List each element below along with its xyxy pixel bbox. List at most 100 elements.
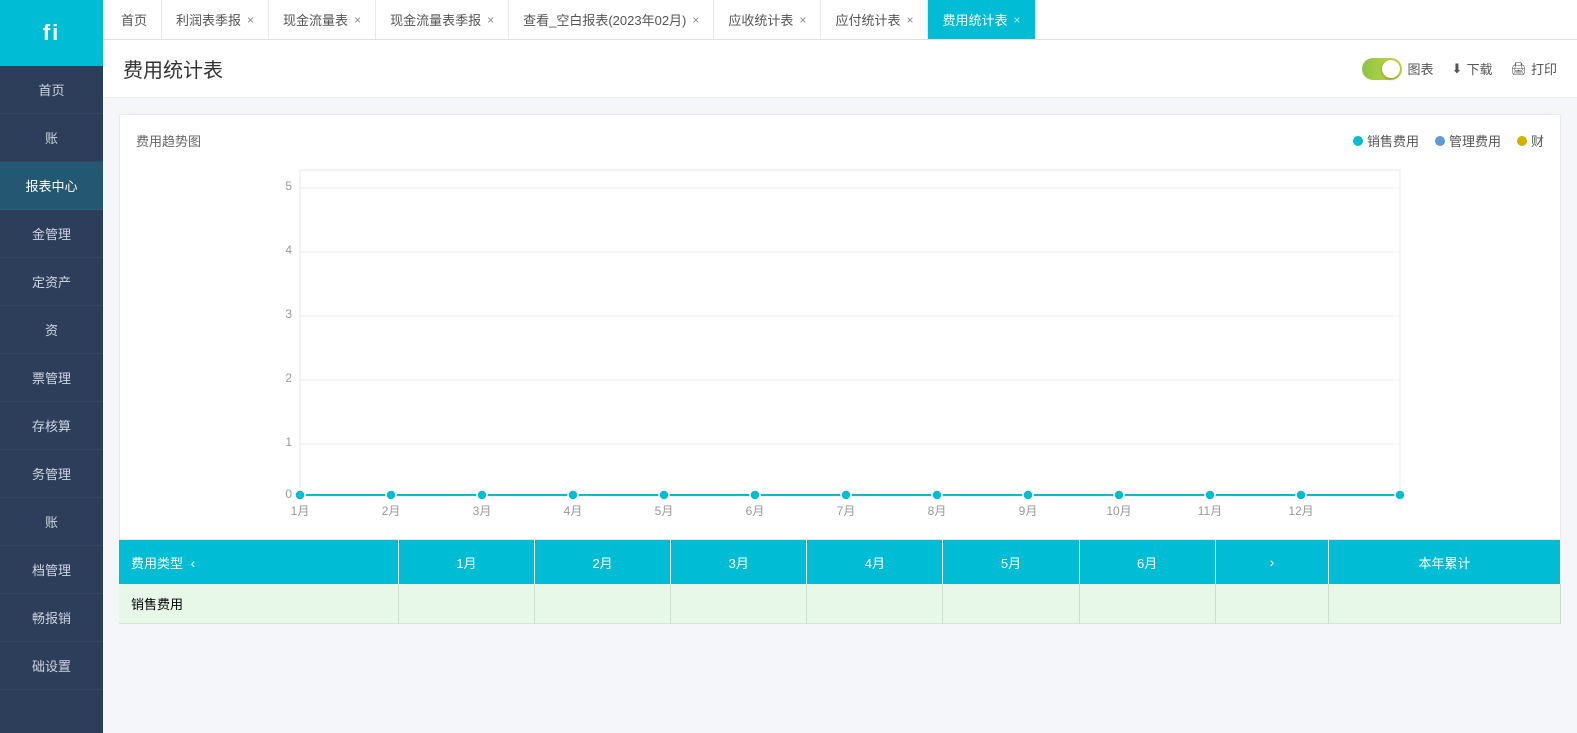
row-m5-cell bbox=[943, 584, 1079, 624]
row-type-cell: 销售费用 bbox=[119, 584, 398, 624]
svg-text:5: 5 bbox=[285, 179, 292, 193]
svg-text:4: 4 bbox=[285, 243, 292, 257]
svg-text:6月: 6月 bbox=[746, 504, 765, 518]
legend-dot-admin bbox=[1435, 136, 1445, 146]
col-header-type: 费用类型 ‹ bbox=[119, 540, 398, 584]
tab-close-blank-report[interactable]: × bbox=[692, 13, 699, 27]
tab-bar: 首页 利润表季报 × 现金流量表 × 现金流量表季报 × 查看_空白报表(202… bbox=[103, 0, 1577, 40]
tab-cashflow[interactable]: 现金流量表 × bbox=[269, 0, 376, 39]
print-icon: 🖨 bbox=[1510, 61, 1527, 77]
col-header-m4: 4月 bbox=[807, 540, 943, 584]
chart-svg-area: 5 4 3 2 1 0 bbox=[136, 160, 1544, 523]
data-table-wrap: 费用类型 ‹ 1月 2月 3月 4月 5月 6月 › 本年累计 bbox=[119, 540, 1561, 624]
tab-close-expense-stats[interactable]: × bbox=[1013, 13, 1020, 27]
sidebar-item-capital[interactable]: 资 bbox=[0, 306, 103, 354]
sidebar-item-inventory[interactable]: 存核算 bbox=[0, 402, 103, 450]
tab-expense-stats[interactable]: 费用统计表 × bbox=[928, 0, 1035, 39]
sidebar-item-report-center[interactable]: 报表中心 bbox=[0, 162, 103, 210]
row-empty-cell bbox=[1215, 584, 1328, 624]
svg-text:8月: 8月 bbox=[928, 504, 947, 518]
expense-table: 费用类型 ‹ 1月 2月 3月 4月 5月 6月 › 本年累计 bbox=[119, 540, 1561, 624]
prev-month-arrow[interactable]: ‹ bbox=[187, 555, 200, 571]
col-header-m5: 5月 bbox=[943, 540, 1079, 584]
sidebar-item-ledger[interactable]: 账 bbox=[0, 498, 103, 546]
svg-text:1: 1 bbox=[285, 435, 292, 449]
toggle-knob bbox=[1382, 60, 1400, 78]
row-total-cell bbox=[1329, 584, 1561, 624]
legend-dot-finance bbox=[1517, 136, 1527, 146]
content-area: 费用统计表 图表 ⬇ 下载 🖨 打印 bbox=[103, 40, 1577, 733]
legend-dot-sales bbox=[1353, 136, 1363, 146]
page-title: 费用统计表 bbox=[123, 54, 223, 83]
legend-sales: 销售费用 bbox=[1353, 131, 1419, 150]
tab-close-receivable[interactable]: × bbox=[799, 13, 806, 27]
row-m6-cell bbox=[1079, 584, 1215, 624]
table-row: 销售费用 bbox=[119, 584, 1561, 624]
legend-label-sales: 销售费用 bbox=[1367, 131, 1419, 150]
col-header-next: › bbox=[1215, 540, 1328, 584]
svg-text:9月: 9月 bbox=[1019, 504, 1038, 518]
sidebar-item-service-mgmt[interactable]: 务管理 bbox=[0, 450, 103, 498]
sidebar: fi 首页 账 报表中心 金管理 定资产 资 票管理 存核算 务管理 账 档管理… bbox=[0, 0, 103, 733]
tab-profit-quarter[interactable]: 利润表季报 × bbox=[162, 0, 269, 39]
sidebar-item-fixed-assets[interactable]: 定资产 bbox=[0, 258, 103, 306]
chart-container: 费用趋势图 销售费用 管理费用 财 bbox=[119, 114, 1561, 540]
tab-cashflow-quarter[interactable]: 现金流量表季报 × bbox=[376, 0, 509, 39]
legend-label-admin: 管理费用 bbox=[1449, 131, 1501, 150]
tab-close-payable[interactable]: × bbox=[906, 13, 913, 27]
next-month-arrow[interactable]: › bbox=[1266, 554, 1279, 570]
svg-text:4月: 4月 bbox=[564, 504, 583, 518]
sidebar-item-cash-mgmt[interactable]: 金管理 bbox=[0, 210, 103, 258]
col-header-total: 本年累计 bbox=[1329, 540, 1561, 584]
col-header-m3: 3月 bbox=[671, 540, 807, 584]
svg-text:3: 3 bbox=[285, 307, 292, 321]
chart-toggle-label: 图表 bbox=[1408, 59, 1434, 78]
col-header-m1: 1月 bbox=[398, 540, 534, 584]
legend-admin: 管理费用 bbox=[1435, 131, 1501, 150]
svg-text:10月: 10月 bbox=[1106, 504, 1131, 518]
legend-finance: 财 bbox=[1517, 131, 1544, 150]
tab-receivable[interactable]: 应收统计表 × bbox=[714, 0, 821, 39]
svg-text:2月: 2月 bbox=[382, 504, 401, 518]
svg-text:5月: 5月 bbox=[655, 504, 674, 518]
svg-text:12月: 12月 bbox=[1288, 504, 1313, 518]
legend-label-finance: 财 bbox=[1531, 131, 1544, 150]
row-m4-cell bbox=[807, 584, 943, 624]
chart-legend: 销售费用 管理费用 财 bbox=[1353, 131, 1544, 150]
col-header-m6: 6月 bbox=[1079, 540, 1215, 584]
chart-title: 费用趋势图 bbox=[136, 131, 201, 150]
svg-text:3月: 3月 bbox=[473, 504, 492, 518]
row-m3-cell bbox=[671, 584, 807, 624]
sidebar-item-account[interactable]: 账 bbox=[0, 114, 103, 162]
sidebar-item-basic-settings[interactable]: 础设置 bbox=[0, 642, 103, 690]
tab-close-cashflow-quarter[interactable]: × bbox=[487, 13, 494, 27]
tab-close-cashflow[interactable]: × bbox=[354, 13, 361, 27]
tab-close-profit-quarter[interactable]: × bbox=[247, 13, 254, 27]
chart-toggle[interactable] bbox=[1362, 58, 1402, 80]
main-content: 首页 利润表季报 × 现金流量表 × 现金流量表季报 × 查看_空白报表(202… bbox=[103, 0, 1577, 733]
col-header-m2: 2月 bbox=[535, 540, 671, 584]
svg-text:1月: 1月 bbox=[291, 504, 310, 518]
sidebar-logo: fi bbox=[0, 0, 103, 66]
tab-blank-report[interactable]: 查看_空白报表(2023年02月) × bbox=[509, 0, 714, 39]
download-icon: ⬇ bbox=[1452, 61, 1463, 77]
svg-text:2: 2 bbox=[285, 371, 292, 385]
print-button[interactable]: 🖨 打印 bbox=[1510, 59, 1557, 78]
svg-text:7月: 7月 bbox=[837, 504, 856, 518]
sidebar-item-home[interactable]: 首页 bbox=[0, 66, 103, 114]
chart-header: 费用趋势图 销售费用 管理费用 财 bbox=[136, 131, 1544, 150]
header-actions: 图表 ⬇ 下载 🖨 打印 bbox=[1362, 58, 1557, 80]
svg-text:0: 0 bbox=[285, 487, 292, 501]
sidebar-item-ticket-mgmt[interactable]: 票管理 bbox=[0, 354, 103, 402]
chart-toggle-wrap[interactable]: 图表 bbox=[1362, 58, 1434, 80]
row-m1-cell bbox=[398, 584, 534, 624]
page-header: 费用统计表 图表 ⬇ 下载 🖨 打印 bbox=[103, 40, 1577, 98]
tab-home[interactable]: 首页 bbox=[107, 0, 162, 39]
line-chart-svg: 5 4 3 2 1 0 bbox=[136, 160, 1544, 520]
row-m2-cell bbox=[535, 584, 671, 624]
svg-text:11月: 11月 bbox=[1198, 504, 1222, 518]
tab-payable[interactable]: 应付统计表 × bbox=[821, 0, 928, 39]
sidebar-item-expense[interactable]: 畅报销 bbox=[0, 594, 103, 642]
download-button[interactable]: ⬇ 下载 bbox=[1452, 59, 1493, 78]
sidebar-item-file-mgmt[interactable]: 档管理 bbox=[0, 546, 103, 594]
